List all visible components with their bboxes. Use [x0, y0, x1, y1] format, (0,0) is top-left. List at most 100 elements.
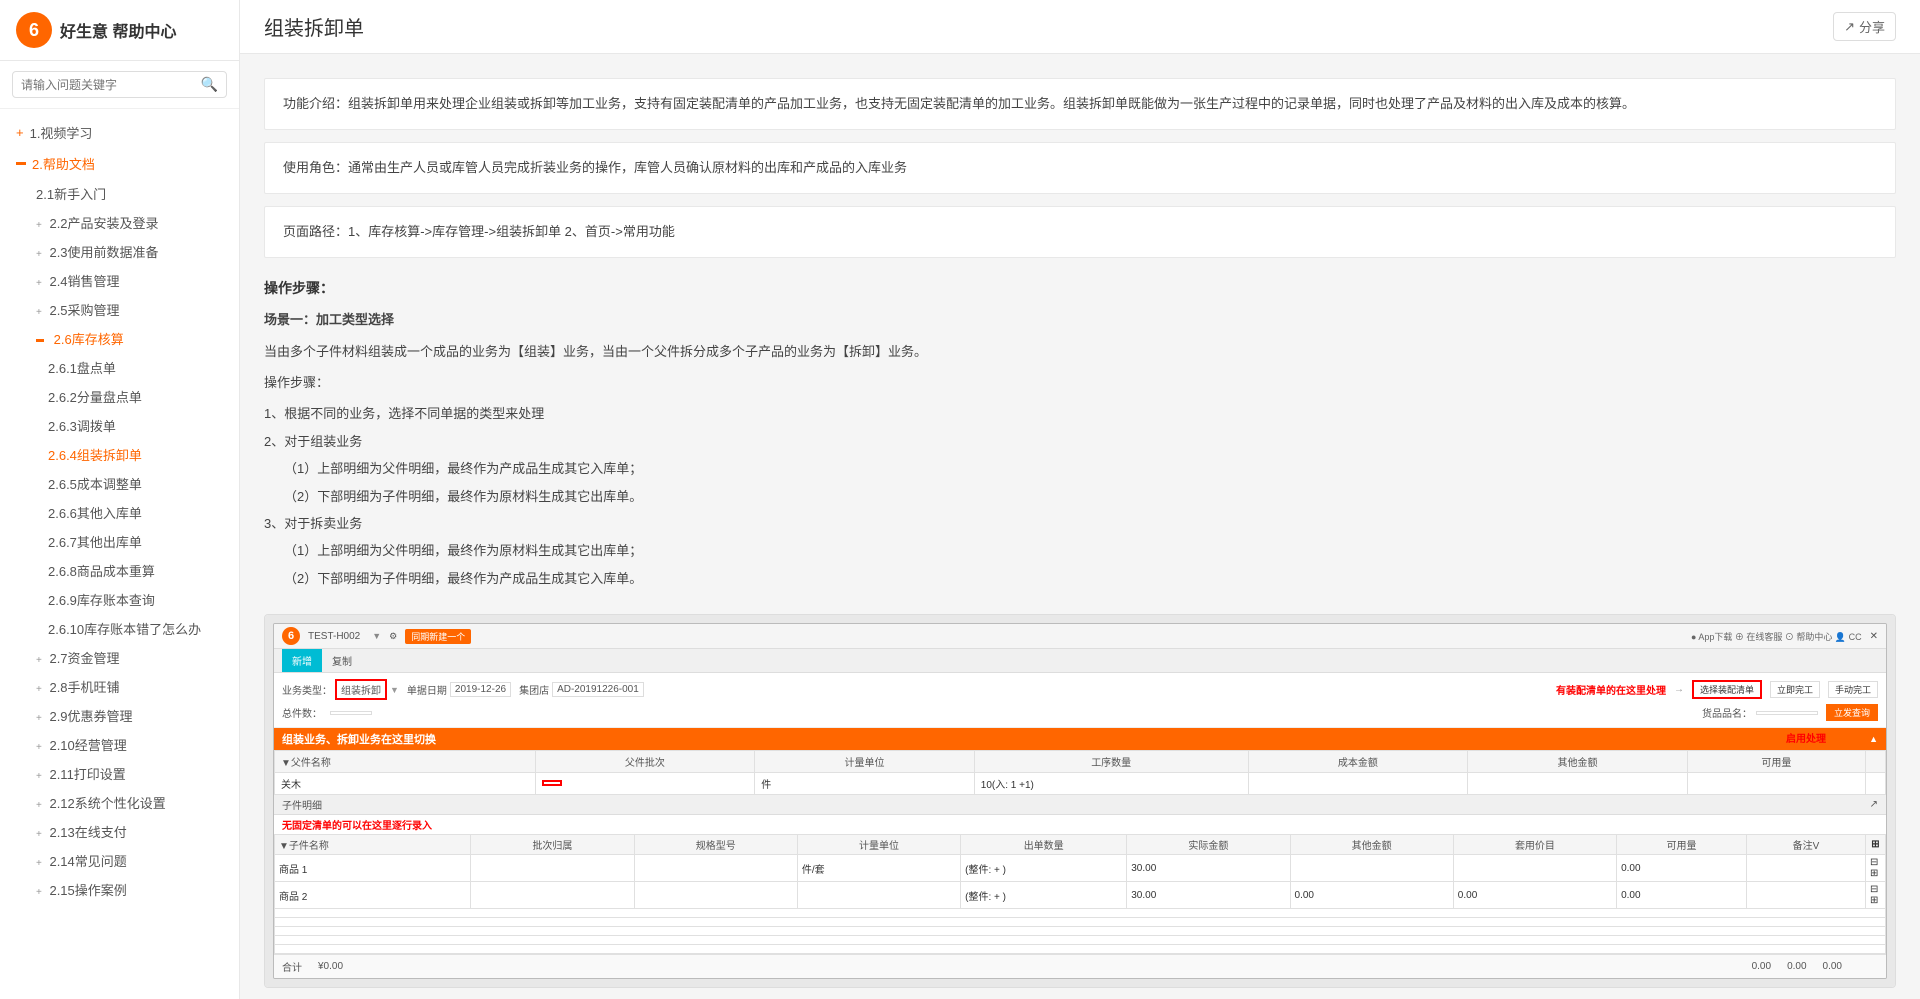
steps-section: 操作步骤： 场景一：加工类型选择 当由多个子件材料组装成一个成品的业务为【组装】… — [264, 270, 1896, 602]
lower-section-label: 子件明细 — [282, 797, 322, 812]
btn-query[interactable]: 立发查询 — [1826, 704, 1878, 721]
app-new-btn[interactable]: 同期新建一个 — [405, 629, 471, 644]
td-sub-name-2: 商品 2 — [275, 882, 471, 909]
sidebar-item-2-6-5[interactable]: 2.6.5成本调整单 — [0, 469, 239, 498]
th-other-amt: 其他金额 — [1290, 835, 1453, 855]
sidebar-item-newbie[interactable]: 2.1新手入门 — [0, 179, 239, 208]
td-price-1 — [1453, 855, 1616, 882]
sidebar-item-2-12[interactable]: + 2.12系统个性化设置 — [0, 788, 239, 817]
sidebar-item-2-6-4[interactable]: 2.6.4组装拆卸单 — [0, 440, 239, 469]
sidebar-item-2-6-9[interactable]: 2.6.9库存账本查询 — [0, 585, 239, 614]
share-icon: ↗ — [1844, 19, 1855, 35]
scene1-label: 场景一：加工类型选择 — [264, 312, 394, 327]
field-type-label: 业务类型： — [282, 682, 332, 697]
td-remark-2 — [1747, 882, 1866, 909]
sidebar-item-inventory[interactable]: 2.6库存核算 — [0, 324, 239, 353]
app-tenant: TEST-H002 — [308, 631, 360, 642]
sidebar-item-2-8[interactable]: + 2.8手机旺铺 — [0, 672, 239, 701]
role-box: 使用角色：通常由生产人员或库管人员完成折装业务的操作，库管人员确认原材料的出库和… — [264, 142, 1896, 194]
sidebar-item-video[interactable]: + 1.视频学习 — [0, 117, 239, 148]
logo-area: 6 好生意 帮助中心 — [0, 0, 239, 61]
th-parent-name: ▼父件名称 — [275, 751, 536, 773]
main-header: 组装拆卸单 ↗ 分享 — [240, 0, 1920, 54]
td-unit-1: 件/套 — [797, 855, 960, 882]
lower-row-7 — [275, 945, 1886, 954]
sidebar-item-2-15[interactable]: + 2.15操作案例 — [0, 875, 239, 904]
th-batch-attr: 批次归属 — [471, 835, 634, 855]
sidebar-item-2-6-8[interactable]: 2.6.8商品成本重算 — [0, 556, 239, 585]
upper-table-container: ▼父件名称 父件批次 计量单位 工序数量 成本金额 其他金额 可用量 — [274, 750, 1886, 795]
sidebar-item-2-6-7[interactable]: 2.6.7其他出库单 — [0, 527, 239, 556]
collapse-icon[interactable]: ▲ — [1869, 734, 1878, 744]
search-input[interactable] — [21, 78, 201, 92]
dropdown-icon: ▼ — [390, 685, 399, 695]
sidebar-item-2-14[interactable]: + 2.14常见问题 — [0, 846, 239, 875]
app-tab-copy[interactable]: 复制 — [322, 649, 362, 672]
content-area: 功能介绍：组装拆卸单用来处理企业组装或拆卸等加工业务，支持有固定装配清单的产品加… — [240, 54, 1920, 999]
field-type-value: 组装拆卸 — [335, 679, 387, 700]
intro-text: 功能介绍：组装拆卸单用来处理企业组装或拆卸等加工业务，支持有固定装配清单的产品加… — [283, 96, 1635, 111]
right-field: 货品品名： — [1702, 705, 1818, 720]
type-banner-text: 组装业务、拆卸业务在这里切换 — [282, 731, 436, 747]
step3-2: （2）下部明细为子件明细，最终作为产成品生成其它入库单。 — [264, 567, 1896, 590]
sidebar-item-data-prep[interactable]: + 2.3使用前数据准备 — [0, 237, 239, 266]
sidebar-item-2-9[interactable]: + 2.9优惠券管理 — [0, 701, 239, 730]
td-other-2: 0.00 — [1290, 882, 1453, 909]
td-action-1: ⊟ ⊞ — [1866, 855, 1886, 882]
sidebar-item-purchase[interactable]: + 2.5采购管理 — [0, 295, 239, 324]
app-form-fields: 业务类型： 组装拆卸 ▼ 单据日期 2019-12-26 集团店 AD-2019… — [282, 679, 1878, 700]
td-batch-2 — [471, 882, 634, 909]
td-batch-1 — [471, 855, 634, 882]
sidebar-item-install[interactable]: + 2.2产品安装及登录 — [0, 208, 239, 237]
screenshot-wrapper: 6 TEST-H002 ▼ ⚙ 同期新建一个 ● App下载 ⊕ 在线客服 ⊙ … — [265, 615, 1895, 987]
td-cost — [1248, 773, 1468, 795]
td-spec-2 — [634, 882, 797, 909]
field-store: 集团店 AD-20191226-001 — [519, 682, 644, 697]
lower-row-5 — [275, 927, 1886, 936]
td-avail — [1687, 773, 1865, 795]
th-unit: 计量单位 — [755, 751, 975, 773]
step2-1: （1）上部明细为父件明细，最终作为产成品生成其它入库单； — [264, 457, 1896, 480]
type-banner: 组装业务、拆卸业务在这里切换 ▲ — [274, 728, 1886, 750]
app-form-area: 业务类型： 组装拆卸 ▼ 单据日期 2019-12-26 集团店 AD-2019… — [274, 673, 1886, 728]
th-spec: 规格型号 — [634, 835, 797, 855]
table-footer: 合计 ¥0.00 0.00 0.00 0.00 — [274, 954, 1886, 978]
field-store-value: AD-20191226-001 — [552, 682, 644, 697]
th-avail: 可用量 — [1687, 751, 1865, 773]
step2-2: （2）下部明细为子件明细，最终作为原材料生成其它出库单。 — [264, 485, 1896, 508]
sidebar-item-help-docs[interactable]: 2.帮助文档 — [0, 148, 239, 179]
nav-list: + 1.视频学习 2.帮助文档 2.1新手入门 + 2.2产品安装及登录 + 2… — [0, 109, 239, 999]
sidebar-item-2-6-2[interactable]: 2.6.2分量盘点单 — [0, 382, 239, 411]
path-text: 页面路径：1、库存核算->库存管理->组装拆卸单 2、首页->常用功能 — [283, 224, 675, 239]
step3-1: （1）上部明细为父件明细，最终作为原材料生成其它出库单； — [264, 539, 1896, 562]
sidebar-item-2-13[interactable]: + 2.13在线支付 — [0, 817, 239, 846]
search-box: 🔍 — [0, 61, 239, 109]
td-outqty-2: (整件: + ) — [961, 882, 1127, 909]
sidebar-item-2-6-10[interactable]: 2.6.10库存账本错了怎么办 — [0, 614, 239, 643]
th-actual-amt: 实际金额 — [1127, 835, 1290, 855]
sidebar-item-2-6-6[interactable]: 2.6.6其他入库单 — [0, 498, 239, 527]
search-wrapper[interactable]: 🔍 — [12, 71, 227, 98]
btn-ok[interactable]: 立即完工 — [1770, 681, 1820, 698]
th-remark: 备注V — [1747, 835, 1866, 855]
sidebar-item-2-11[interactable]: + 2.11打印设置 — [0, 759, 239, 788]
sidebar-item-sales[interactable]: + 2.4销售管理 — [0, 266, 239, 295]
search-icon[interactable]: 🔍 — [201, 76, 218, 93]
share-button[interactable]: ↗ 分享 — [1833, 12, 1896, 41]
th-sub-unit: 计量单位 — [797, 835, 960, 855]
app-close-icon[interactable]: ✕ — [1870, 631, 1878, 642]
sidebar-item-2-6-1[interactable]: 2.6.1盘点单 — [0, 353, 239, 382]
btn-manual[interactable]: 手动完工 — [1828, 681, 1878, 698]
page-title: 组装拆卸单 — [264, 12, 364, 41]
sidebar-item-2-7[interactable]: + 2.7资金管理 — [0, 643, 239, 672]
lower-row-1: 商品 1 件/套 (整件: + ) 30.00 0.00 — [275, 855, 1886, 882]
td-avail-2: 0.00 — [1617, 882, 1747, 909]
rf-label: 货品品名： — [1702, 705, 1752, 720]
annotation-enable: 启用处理 — [1786, 730, 1826, 745]
sidebar-item-2-6-3[interactable]: 2.6.3调拨单 — [0, 411, 239, 440]
th-action — [1866, 751, 1886, 773]
app-tab-new[interactable]: 新增 — [282, 649, 322, 672]
btn-select-assembly[interactable]: 选择装配清单 — [1692, 680, 1762, 699]
sidebar-item-2-10[interactable]: + 2.10经营管理 — [0, 730, 239, 759]
role-text: 使用角色：通常由生产人员或库管人员完成折装业务的操作，库管人员确认原材料的出库和… — [283, 160, 907, 175]
